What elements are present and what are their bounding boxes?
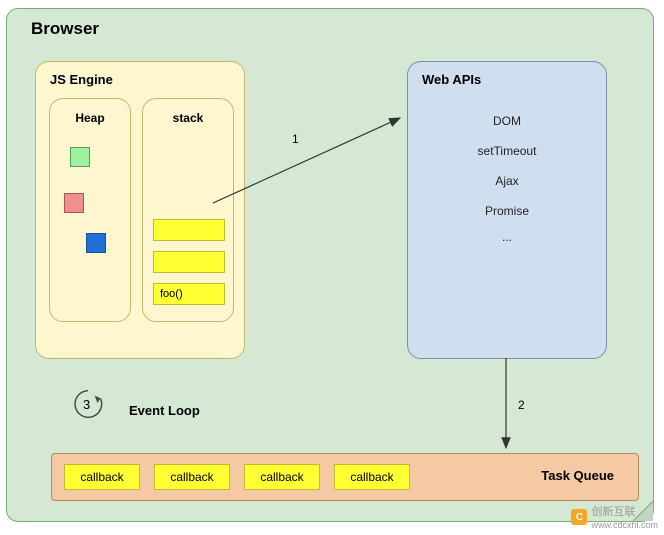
event-loop-label: Event Loop: [129, 403, 200, 418]
browser-title: Browser: [31, 19, 99, 39]
task-queue-box: Task Queue callback callback callback ca…: [51, 453, 639, 501]
callback-item: callback: [244, 464, 320, 490]
diagram-root: Browser JS Engine Heap stack foo() Web A…: [0, 0, 664, 535]
watermark-icon: C: [571, 509, 587, 525]
api-item: setTimeout: [408, 144, 606, 158]
step-1-label: 1: [292, 132, 299, 146]
api-item: Promise: [408, 204, 606, 218]
task-queue-title: Task Queue: [541, 468, 614, 483]
heap-title: Heap: [50, 111, 130, 125]
watermark: C 创新互联 www.cdcxhl.com: [571, 503, 658, 531]
browser-container: Browser JS Engine Heap stack foo() Web A…: [6, 8, 654, 522]
stack-title: stack: [143, 111, 233, 125]
heap-object-blue: [86, 233, 106, 253]
stack-frame: [153, 219, 225, 241]
step-3-label: 3: [83, 397, 90, 412]
heap-object-red: [64, 193, 84, 213]
callback-item: callback: [64, 464, 140, 490]
stack-frame: foo(): [153, 283, 225, 305]
web-apis-box: Web APIs DOM setTimeout Ajax Promise ...: [407, 61, 607, 359]
web-apis-title: Web APIs: [422, 72, 481, 87]
callback-item: callback: [334, 464, 410, 490]
watermark-url: www.cdcxhl.com: [591, 520, 658, 530]
api-item: Ajax: [408, 174, 606, 188]
api-item: DOM: [408, 114, 606, 128]
api-item: ...: [408, 230, 606, 244]
heap-object-green: [70, 147, 90, 167]
callback-item: callback: [154, 464, 230, 490]
stack-box: stack foo(): [142, 98, 234, 322]
step-2-label: 2: [518, 398, 525, 412]
heap-box: Heap: [49, 98, 131, 322]
js-engine-title: JS Engine: [50, 72, 113, 87]
stack-frame: [153, 251, 225, 273]
js-engine-box: JS Engine Heap stack foo(): [35, 61, 245, 359]
watermark-text: 创新互联: [591, 506, 635, 518]
